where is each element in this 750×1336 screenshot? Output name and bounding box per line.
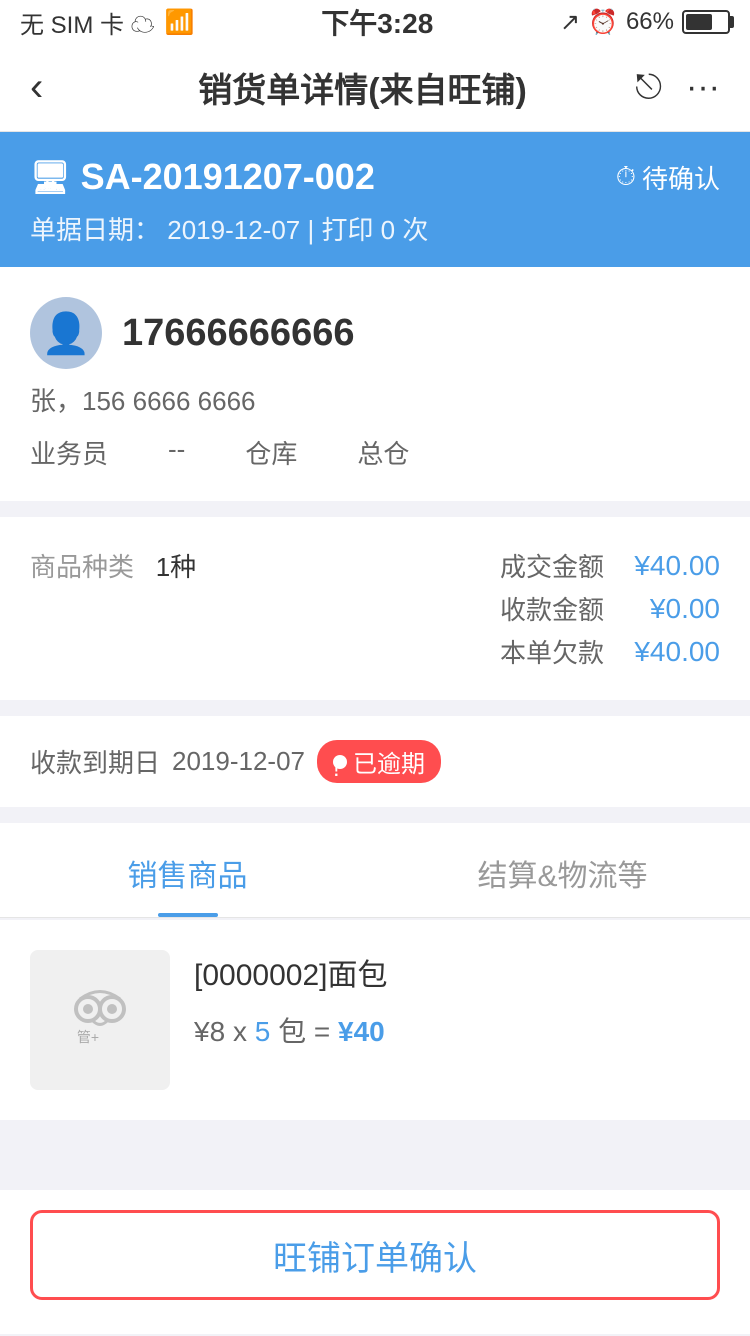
customer-phone: 17666666666 bbox=[122, 312, 354, 355]
order-id-text: SA-20191207-002 bbox=[81, 156, 375, 198]
tabs-row: 销售商品 结算&物流等 bbox=[0, 823, 750, 918]
clock-icon: ⏱ bbox=[616, 161, 636, 193]
summary-section: 商品种类 1种 成交金额 ¥40.00 收款金额 ¥0.00 本单欠款 ¥40.… bbox=[0, 517, 750, 700]
order-meta: 单据日期： 2019-12-07 | 打印 0 次 bbox=[30, 210, 720, 247]
nav-bar: ‹ 销货单详情(来自旺铺) ⎋ ··· bbox=[0, 44, 750, 132]
product-types-label: 商品种类 bbox=[30, 552, 134, 582]
nav-actions: ⎋ ··· bbox=[635, 68, 720, 107]
avatar: 👤 bbox=[30, 297, 102, 369]
salesperson-value: -- bbox=[168, 434, 185, 471]
battery-percent: 66% bbox=[626, 8, 674, 36]
due-value: ¥40.00 bbox=[620, 636, 720, 668]
status-badge: ⏱ 待确认 bbox=[616, 159, 720, 196]
due-date-label: 收款到期日 bbox=[30, 743, 160, 780]
wifi-icon: 📶 bbox=[165, 8, 195, 37]
order-id: 🖥 SA-20191207-002 bbox=[30, 156, 375, 198]
amount-label: 成交金额 bbox=[500, 547, 604, 584]
tab-settlement-logistics-label: 结算&物流等 bbox=[477, 860, 647, 893]
price-equals: = bbox=[314, 1016, 330, 1047]
header-top-row: 🖥 SA-20191207-002 ⏱ 待确认 bbox=[30, 156, 720, 198]
customer-row: 👤 17666666666 bbox=[30, 297, 720, 369]
alarm-icon: ⏰ bbox=[588, 8, 618, 37]
product-thumbnail: 管+ bbox=[30, 950, 170, 1090]
status-left: 无 SIM 卡 ☁ 📶 bbox=[20, 5, 195, 40]
tab-settlement-logistics[interactable]: 结算&物流等 bbox=[375, 823, 750, 917]
received-row: 收款金额 ¥0.00 bbox=[500, 590, 720, 627]
more-button[interactable]: ··· bbox=[686, 68, 720, 107]
overdue-text: 已逾期 bbox=[353, 744, 425, 779]
product-price: ¥8 x 5 包 = ¥40 bbox=[194, 1010, 720, 1050]
avatar-icon: 👤 bbox=[41, 310, 91, 357]
product-section: 管+ [0000002]面包 ¥8 x 5 包 = ¥40 bbox=[0, 920, 750, 1120]
product-types-value: 1种 bbox=[156, 552, 196, 582]
due-date-section: 收款到期日 2019-12-07 ! 已逾期 bbox=[0, 716, 750, 807]
battery-icon bbox=[682, 10, 730, 34]
page-title: 销货单详情(来自旺铺) bbox=[198, 63, 527, 112]
due-row: 本单欠款 ¥40.00 bbox=[500, 633, 720, 670]
amount-value: ¥40.00 bbox=[620, 550, 720, 582]
overdue-dot-icon: ! bbox=[333, 755, 347, 769]
due-date-value: 2019-12-07 bbox=[172, 746, 305, 777]
due-label: 本单欠款 bbox=[500, 633, 604, 670]
status-bar: 无 SIM 卡 ☁ 📶 下午3:28 ↗ ⏰ 66% bbox=[0, 0, 750, 44]
price-base: ¥8 bbox=[194, 1016, 225, 1047]
tab-sales-products[interactable]: 销售商品 bbox=[0, 823, 375, 917]
product-types-area: 商品种类 1种 bbox=[30, 547, 196, 584]
tabs-section: 销售商品 结算&物流等 bbox=[0, 823, 750, 918]
warehouse-label: 仓库 bbox=[245, 434, 297, 471]
price-multiply-sign: x bbox=[233, 1016, 247, 1047]
meta-date-value: 2019-12-07 bbox=[167, 215, 300, 245]
status-time: 下午3:28 bbox=[321, 2, 433, 42]
meta-date-label: 单据日期： bbox=[30, 215, 160, 245]
price-total: ¥40 bbox=[338, 1016, 385, 1047]
location-icon: ↗ bbox=[560, 8, 580, 37]
customer-name: 张，156 6666 6666 bbox=[30, 381, 720, 418]
salesperson-label: 业务员 bbox=[30, 434, 108, 471]
tab-sales-products-label: 销售商品 bbox=[128, 860, 248, 893]
sim-status: 无 SIM 卡 ☁ bbox=[20, 5, 155, 40]
customer-section: 👤 17666666666 张，156 6666 6666 业务员 -- 仓库 … bbox=[0, 267, 750, 501]
battery-fill bbox=[686, 14, 712, 30]
overdue-badge: ! 已逾期 bbox=[317, 740, 441, 783]
svg-text:管+: 管+ bbox=[77, 1029, 99, 1045]
status-right: ↗ ⏰ 66% bbox=[560, 8, 730, 37]
product-info: [0000002]面包 ¥8 x 5 包 = ¥40 bbox=[194, 950, 720, 1050]
customer-info-row: 业务员 -- 仓库 总仓 bbox=[30, 434, 720, 471]
warehouse-value: 总仓 bbox=[357, 434, 409, 471]
received-label: 收款金额 bbox=[500, 590, 604, 627]
amount-row: 成交金额 ¥40.00 bbox=[500, 547, 720, 584]
product-thumb-logo-icon: 管+ bbox=[60, 974, 140, 1066]
confirm-order-button[interactable]: 旺铺订单确认 bbox=[30, 1210, 720, 1300]
bottom-bar: 旺铺订单确认 bbox=[0, 1190, 750, 1334]
order-header-card: 🖥 SA-20191207-002 ⏱ 待确认 单据日期： 2019-12-07… bbox=[0, 132, 750, 267]
price-qty: 5 bbox=[255, 1016, 271, 1047]
meta-print: | 打印 0 次 bbox=[307, 215, 428, 245]
amounts-area: 成交金额 ¥40.00 收款金额 ¥0.00 本单欠款 ¥40.00 bbox=[500, 547, 720, 670]
status-text: 待确认 bbox=[642, 159, 720, 196]
share-button[interactable]: ⎋ bbox=[635, 68, 662, 107]
order-id-icon: 🖥 bbox=[30, 158, 71, 196]
received-value: ¥0.00 bbox=[620, 593, 720, 625]
product-name: [0000002]面包 bbox=[194, 950, 720, 994]
price-unit: 包 bbox=[278, 1016, 306, 1047]
back-button[interactable]: ‹ bbox=[30, 65, 90, 110]
